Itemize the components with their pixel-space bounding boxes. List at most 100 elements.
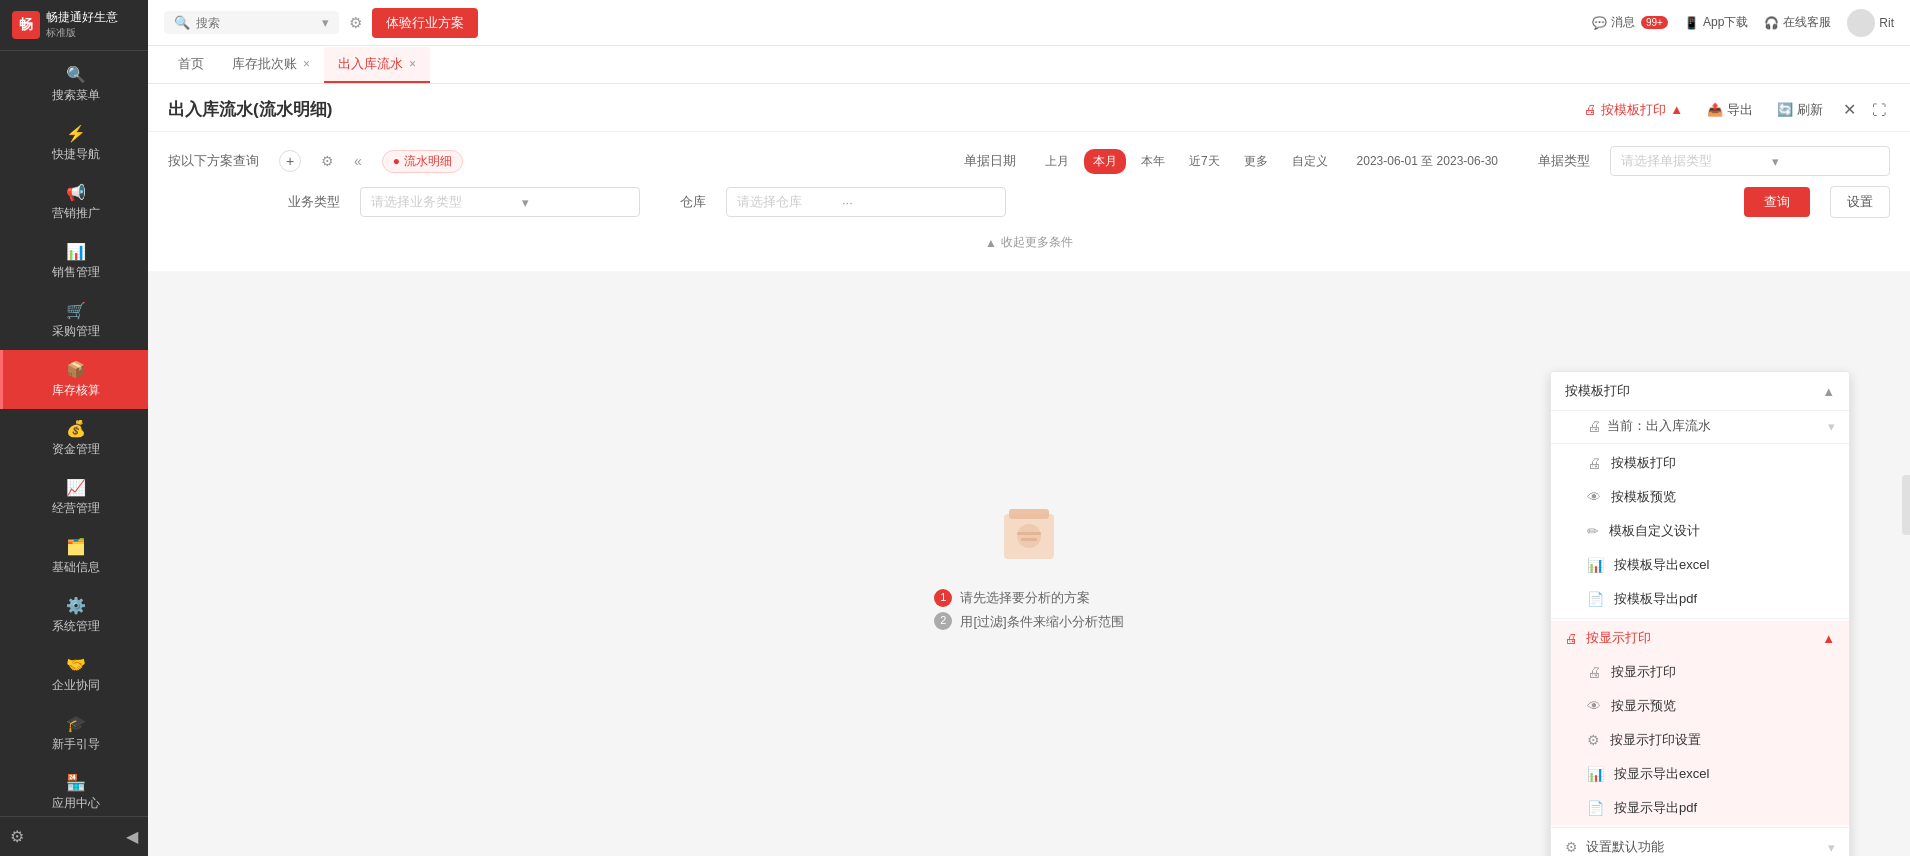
print-template-preview-icon: 👁 — [1587, 489, 1601, 505]
app-version: 标准版 — [46, 26, 118, 40]
print-dropdown-icon[interactable]: ▲ — [1670, 102, 1683, 117]
type-select-placeholder: 请选择单据类型 — [1621, 152, 1712, 170]
warehouse-filter-select[interactable]: 请选择仓库 ··· — [726, 187, 1006, 217]
filter-row-1: 按以下方案查询 + ⚙ « ● 流水明细 单据日期 上月 本月 本年 — [168, 146, 1890, 176]
filter-settings-icon[interactable]: ⚙ — [321, 153, 334, 169]
search-icon: 🔍 — [66, 65, 86, 84]
tab-batch[interactable]: 库存批次账 × — [218, 47, 324, 83]
collapse-up-icon: ▲ — [985, 236, 997, 250]
logo-icon: 畅 — [12, 11, 40, 39]
print-template-print-item[interactable]: 🖨 按模板打印 — [1551, 446, 1849, 480]
filter-row-2: 业务类型 请选择业务类型 ▾ 仓库 请选择仓库 ··· 查询 设置 — [168, 186, 1890, 218]
app-download-btn[interactable]: 📱 App下载 — [1684, 14, 1748, 31]
query-button[interactable]: 查询 — [1744, 187, 1810, 217]
divider-3 — [1551, 827, 1849, 828]
page-header: 出入库流水(流水明细) 🖨 按模板打印 ▲ 📤 导出 🔄 刷新 — [148, 84, 1910, 132]
sidebar-item-marketing[interactable]: 📢 营销推广 — [0, 173, 148, 232]
sidebar-item-sales[interactable]: 📊 销售管理 — [0, 232, 148, 291]
sidebar-item-shortcut[interactable]: ⚡ 快捷导航 — [0, 114, 148, 173]
topbar-right: 💬 消息 99+ 📱 App下载 🎧 在线客服 Rit — [1592, 9, 1894, 37]
print-template-print-label: 按模板打印 — [1611, 454, 1676, 472]
print-dropdown-panel: 按模板打印 ▲ 🖨 当前：出入库流水 ▾ 🖨 按模板打印 — [1550, 371, 1850, 856]
page-header-actions: 🖨 按模板打印 ▲ 📤 导出 🔄 刷新 ✕ ⛶ — [1576, 96, 1890, 123]
display-print-settings-item[interactable]: ⚙ 按显示打印设置 — [1551, 723, 1849, 757]
collapse-more-label: 收起更多条件 — [1001, 234, 1073, 251]
tab-batch-close[interactable]: × — [303, 57, 310, 71]
display-print-collapse-icon[interactable]: ▲ — [1822, 631, 1835, 646]
search-dropdown-icon[interactable]: ▾ — [322, 15, 329, 30]
display-pdf-item[interactable]: 📄 按显示导出pdf — [1551, 791, 1849, 825]
app-logo: 畅 畅捷通好生意 标准版 — [0, 0, 148, 51]
step1-num: 1 — [934, 589, 952, 607]
sidebar-item-appstore[interactable]: 🏪 应用中心 — [0, 763, 148, 816]
sidebar-item-basic[interactable]: 🗂️ 基础信息 — [0, 527, 148, 586]
print-current-item[interactable]: 🖨 当前：出入库流水 ▾ — [1551, 411, 1849, 441]
display-settings-icon: ⚙ — [1587, 732, 1600, 748]
sidebar-item-search[interactable]: 🔍 搜索菜单 — [0, 55, 148, 114]
tab-flow-close[interactable]: × — [409, 57, 416, 71]
finance-icon: 💰 — [66, 419, 86, 438]
headset-icon: 🎧 — [1764, 16, 1779, 30]
default-settings-item[interactable]: ⚙ 设置默认功能 ▾ — [1551, 830, 1849, 856]
corp-icon: 🤝 — [66, 655, 86, 674]
export-btn[interactable]: 📤 导出 — [1699, 97, 1761, 123]
search-input[interactable] — [196, 16, 316, 30]
date-range-display: 2023-06-01 至 2023-06-30 — [1357, 153, 1498, 170]
display-print-item[interactable]: 🖨 按显示打印 — [1551, 655, 1849, 689]
close-btn[interactable]: ✕ — [1839, 96, 1860, 123]
sidebar-item-label: 经营管理 — [52, 500, 100, 517]
sidebar-item-system[interactable]: ⚙️ 系统管理 — [0, 586, 148, 645]
export-label: 导出 — [1727, 101, 1753, 119]
sidebar-item-operations[interactable]: 📈 经营管理 — [0, 468, 148, 527]
expand-btn[interactable]: ⛶ — [1868, 98, 1890, 122]
display-excel-item[interactable]: 📊 按显示导出excel — [1551, 757, 1849, 791]
footer-settings-icon[interactable]: ⚙ — [10, 827, 24, 846]
business-filter-select[interactable]: 请选择业务类型 ▾ — [360, 187, 640, 217]
sidebar-item-guide[interactable]: 🎓 新手引导 — [0, 704, 148, 763]
date-btn-more[interactable]: 更多 — [1235, 149, 1277, 174]
message-btn[interactable]: 💬 消息 99+ — [1592, 14, 1668, 31]
user-name: Rit — [1879, 16, 1894, 30]
tab-home[interactable]: 首页 — [164, 47, 218, 83]
print-template-preview-item[interactable]: 👁 按模板预览 — [1551, 480, 1849, 514]
sidebar-item-label: 销售管理 — [52, 264, 100, 281]
industry-btn[interactable]: 体验行业方案 — [372, 8, 478, 38]
date-btn-this-month[interactable]: 本月 — [1084, 149, 1126, 174]
tab-flow[interactable]: 出入库流水 × — [324, 47, 430, 83]
settings-button[interactable]: 设置 — [1830, 186, 1890, 218]
default-settings-icon: ⚙ — [1565, 839, 1578, 855]
right-scroll-handle[interactable] — [1902, 475, 1910, 535]
footer-collapse-icon[interactable]: ◀ — [126, 827, 138, 846]
active-filter-tag[interactable]: ● 流水明细 — [382, 150, 463, 173]
print-template-pdf-item[interactable]: 📄 按模板导出pdf — [1551, 582, 1849, 616]
add-filter-btn[interactable]: + — [279, 150, 301, 172]
search-box[interactable]: 🔍 ▾ — [164, 11, 339, 34]
print-dropdown-close-icon[interactable]: ▲ — [1822, 384, 1835, 399]
svg-point-2 — [1017, 524, 1041, 548]
date-btn-custom[interactable]: 自定义 — [1283, 149, 1337, 174]
refresh-btn[interactable]: 🔄 刷新 — [1769, 97, 1831, 123]
print-template-excel-item[interactable]: 📊 按模板导出excel — [1551, 548, 1849, 582]
display-print-header[interactable]: 🖨 按显示打印 ▲ — [1551, 621, 1849, 655]
settings-icon[interactable]: ⚙ — [349, 14, 362, 32]
display-preview-item[interactable]: 👁 按显示预览 — [1551, 689, 1849, 723]
date-btn-7days[interactable]: 近7天 — [1180, 149, 1229, 174]
print-template-btn[interactable]: 🖨 按模板打印 ▲ — [1576, 97, 1691, 123]
sidebar-item-finance[interactable]: 💰 资金管理 — [0, 409, 148, 468]
date-btn-this-year[interactable]: 本年 — [1132, 149, 1174, 174]
type-filter-select[interactable]: 请选择单据类型 ▾ — [1610, 146, 1890, 176]
sidebar-item-inventory[interactable]: 📦 库存核算 — [0, 350, 148, 409]
business-label: 业务类型 — [288, 193, 340, 211]
user-profile[interactable]: Rit — [1847, 9, 1894, 37]
collapse-more-btn[interactable]: ▲ 收起更多条件 — [168, 228, 1890, 257]
empty-steps: 1 请先选择要分析的方案 2 用[过滤]条件来缩小分析范围 — [934, 586, 1123, 633]
print-template-design-item[interactable]: ✏ 模板自定义设计 — [1551, 514, 1849, 548]
template-design-label: 模板自定义设计 — [1609, 522, 1700, 540]
sidebar-item-purchase[interactable]: 🛒 采购管理 — [0, 291, 148, 350]
sidebar-item-corp[interactable]: 🤝 企业协同 — [0, 645, 148, 704]
app-icon: 📱 — [1684, 16, 1699, 30]
date-btn-last-month[interactable]: 上月 — [1036, 149, 1078, 174]
filter-collapse-icon[interactable]: « — [354, 153, 362, 169]
divider-1 — [1551, 443, 1849, 444]
customer-service-btn[interactable]: 🎧 在线客服 — [1764, 14, 1831, 31]
